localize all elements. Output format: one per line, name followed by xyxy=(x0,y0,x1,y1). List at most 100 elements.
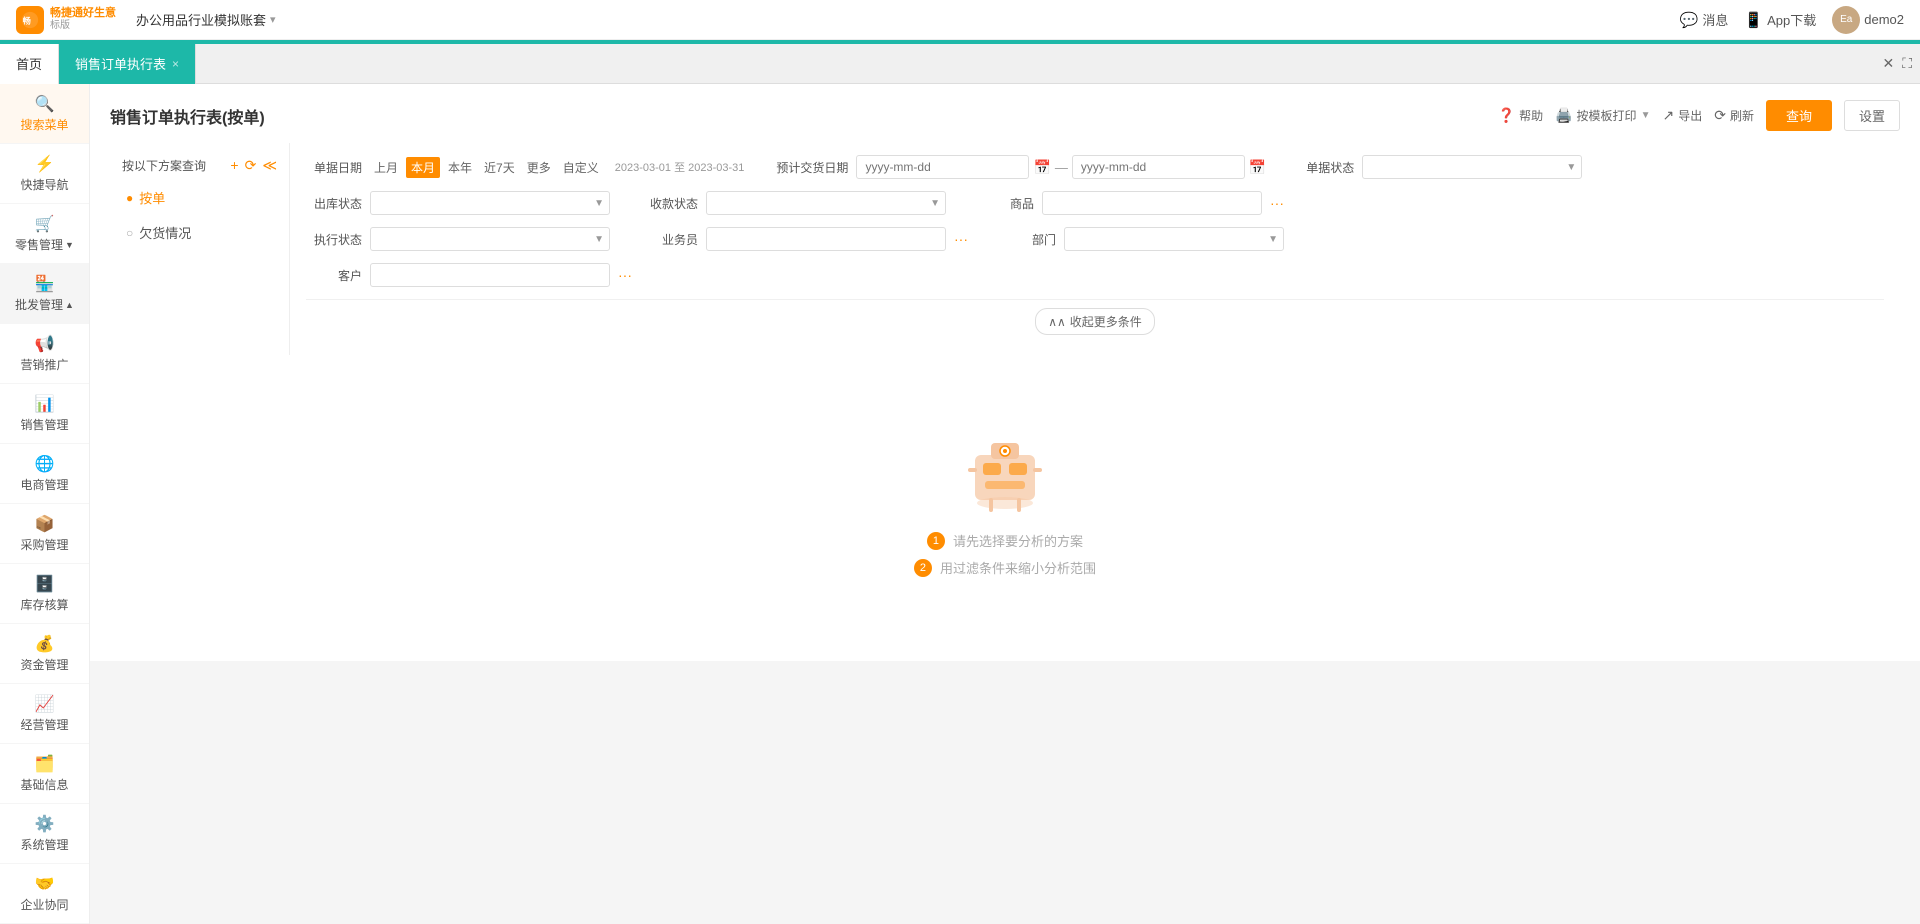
tab-sales-order[interactable]: 销售订单执行表 × xyxy=(59,44,196,84)
query-button[interactable]: 查询 xyxy=(1766,100,1832,131)
breadcrumb[interactable]: 办公用品行业模拟账套 ▾ xyxy=(136,10,276,29)
username-label: demo2 xyxy=(1864,12,1904,27)
sidebar-item-system-label: 系统管理 xyxy=(6,836,83,853)
department-select-wrapper: ▼ xyxy=(1064,227,1284,251)
out-status-select[interactable] xyxy=(370,191,610,215)
date-tab-last-month[interactable]: 上月 xyxy=(370,157,402,178)
message-button[interactable]: 💬 消息 xyxy=(1680,10,1729,29)
status-select[interactable] xyxy=(1362,155,1582,179)
top-bar-left: 畅 畅捷通好生意 标版 办公用品行业模拟账套 ▾ xyxy=(16,6,276,34)
sidebar-item-search[interactable]: 🔍 搜索菜单 xyxy=(0,84,89,144)
filter-group-execute-status: 执行状态 ▼ xyxy=(306,227,610,251)
refresh-label: 刷新 xyxy=(1730,107,1754,124)
app-download-button[interactable]: 📱 App下载 xyxy=(1744,10,1816,29)
scheme-shortage-icon: ○ xyxy=(126,226,133,240)
sidebar-item-ecommerce[interactable]: 🌐 电商管理 xyxy=(0,444,89,504)
refresh-scheme-icon[interactable]: ⟳ xyxy=(245,157,257,174)
step2-number: 2 xyxy=(914,559,932,577)
sidebar-item-marketing[interactable]: 📢 营销推广 xyxy=(0,324,89,384)
cooperation-icon: 🤝 xyxy=(6,874,83,894)
sidebar-item-retail[interactable]: 🛒 零售管理▼ xyxy=(0,204,89,264)
tab-home[interactable]: 首页 xyxy=(0,44,59,84)
breadcrumb-arrow-icon: ▾ xyxy=(270,13,276,26)
filter-group-date: 单据日期 上月 本月 本年 近7天 更多 自定义 xyxy=(306,157,603,178)
basic-icon: 🗂️ xyxy=(6,754,83,774)
calendar-to-icon[interactable]: 📅 xyxy=(1249,159,1266,176)
date-tab-more[interactable]: 更多 xyxy=(523,157,555,178)
empty-step-1: 1 请先选择要分析的方案 xyxy=(927,531,1083,550)
empty-step-2: 2 用过滤条件来缩小分析范围 xyxy=(914,558,1096,577)
customer-input[interactable] xyxy=(370,263,610,287)
refresh-button[interactable]: ⟳ 刷新 xyxy=(1714,107,1754,124)
calendar-from-icon[interactable]: 📅 xyxy=(1033,159,1050,176)
forecast-date-to-input[interactable] xyxy=(1072,155,1245,179)
page-title: 销售订单执行表(按单) xyxy=(110,104,265,128)
date-range-text: 2023-03-01 至 2023-03-31 xyxy=(615,159,745,175)
filter-group-customer: 客户 ··· xyxy=(306,263,632,287)
date-tab-this-year[interactable]: 本年 xyxy=(444,157,476,178)
collapse-panel-icon[interactable]: ≪ xyxy=(262,157,277,174)
print-button[interactable]: 🖨️ 按模板打印 ▼ xyxy=(1555,107,1650,124)
out-status-select-wrapper: ▼ xyxy=(370,191,610,215)
execute-status-select-wrapper: ▼ xyxy=(370,227,610,251)
salesperson-input[interactable] xyxy=(706,227,946,251)
tab-close-icon[interactable]: × xyxy=(172,57,179,71)
svg-text:畅: 畅 xyxy=(23,15,31,25)
execute-status-select[interactable] xyxy=(370,227,610,251)
date-tab-this-month[interactable]: 本月 xyxy=(406,157,440,178)
salesperson-label: 业务员 xyxy=(642,231,698,248)
department-select[interactable] xyxy=(1064,227,1284,251)
sidebar-item-quick-nav[interactable]: ⚡ 快捷导航 xyxy=(0,144,89,204)
main-layout: 🔍 搜索菜单 ⚡ 快捷导航 🛒 零售管理▼ 🏪 批发管理▲ 📢 营销推广 📊 销… xyxy=(0,84,1920,924)
receipt-status-select[interactable] xyxy=(706,191,946,215)
add-scheme-icon[interactable]: + xyxy=(230,157,238,174)
date-tab-custom[interactable]: 自定义 xyxy=(559,157,603,178)
forecast-date-label: 预计交货日期 xyxy=(776,159,848,176)
page-title-row: 销售订单执行表(按单) ❓ 帮助 🖨️ 按模板打印 ▼ ↗ xyxy=(110,100,1900,131)
sidebar-item-sales[interactable]: 📊 销售管理 xyxy=(0,384,89,444)
tab-close-window-icon[interactable]: ✕ xyxy=(1882,55,1894,72)
left-panel-header: 按以下方案查询 + ⟳ ≪ xyxy=(110,151,289,180)
logo-subtitle: 标版 xyxy=(50,20,116,32)
refresh-icon: ⟳ xyxy=(1714,107,1726,124)
product-more-icon[interactable]: ··· xyxy=(1270,195,1284,211)
filter-row-1: 单据日期 上月 本月 本年 近7天 更多 自定义 xyxy=(306,155,1884,179)
wholesale-icon: 🏪 xyxy=(6,274,83,294)
sidebar-item-operation[interactable]: 📈 经营管理 xyxy=(0,684,89,744)
export-button[interactable]: ↗ 导出 xyxy=(1662,107,1702,124)
date-separator: — xyxy=(1055,160,1068,175)
sidebar-item-finance[interactable]: 💰 资金管理 xyxy=(0,624,89,684)
scheme-item-shortage[interactable]: ○ 欠货情况 xyxy=(110,215,289,250)
scheme-order-icon: ● xyxy=(126,191,133,205)
date-tab-7days[interactable]: 近7天 xyxy=(480,157,519,178)
help-button[interactable]: ❓ 帮助 xyxy=(1498,107,1543,124)
sidebar-item-inventory[interactable]: 🗄️ 库存核算 xyxy=(0,564,89,624)
status-select-wrapper: ▼ xyxy=(1362,155,1582,179)
filter-area: 单据日期 上月 本月 本年 近7天 更多 自定义 xyxy=(290,143,1900,355)
sidebar-item-search-label: 搜索菜单 xyxy=(6,116,83,133)
sidebar-item-cooperation[interactable]: 🤝 企业协同 xyxy=(0,864,89,924)
customer-more-icon[interactable]: ··· xyxy=(618,267,632,283)
sidebar-item-system[interactable]: ⚙️ 系统管理 xyxy=(0,804,89,864)
tab-maximize-icon[interactable]: ⛶ xyxy=(1902,55,1912,72)
filter-row-3: 执行状态 ▼ 业务员 ··· xyxy=(306,227,1884,251)
sidebar-item-purchase-label: 采购管理 xyxy=(6,536,83,553)
scheme-item-order[interactable]: ● 按单 xyxy=(110,180,289,215)
empty-step2-text: 用过滤条件来缩小分析范围 xyxy=(940,558,1096,577)
tab-home-label: 首页 xyxy=(16,54,42,73)
scheme-order-label: 按单 xyxy=(139,188,165,207)
sidebar-item-purchase[interactable]: 📦 采购管理 xyxy=(0,504,89,564)
product-label: 商品 xyxy=(978,195,1034,212)
date-label: 单据日期 xyxy=(306,159,362,176)
sidebar-item-wholesale[interactable]: 🏪 批发管理▲ xyxy=(0,264,89,324)
collapse-button[interactable]: ∧∧ 收起更多条件 xyxy=(1035,308,1155,335)
filter-row-2: 出库状态 ▼ 收款状态 ▼ xyxy=(306,191,1884,215)
help-icon: ❓ xyxy=(1498,107,1515,124)
collapse-button-label: 收起更多条件 xyxy=(1070,313,1142,330)
sidebar-item-basic[interactable]: 🗂️ 基础信息 xyxy=(0,744,89,804)
set-button[interactable]: 设置 xyxy=(1844,100,1900,131)
user-avatar-area[interactable]: Ea demo2 xyxy=(1832,6,1904,34)
forecast-date-from-input[interactable] xyxy=(856,155,1029,179)
product-input[interactable] xyxy=(1042,191,1262,215)
salesperson-more-icon[interactable]: ··· xyxy=(954,231,968,247)
